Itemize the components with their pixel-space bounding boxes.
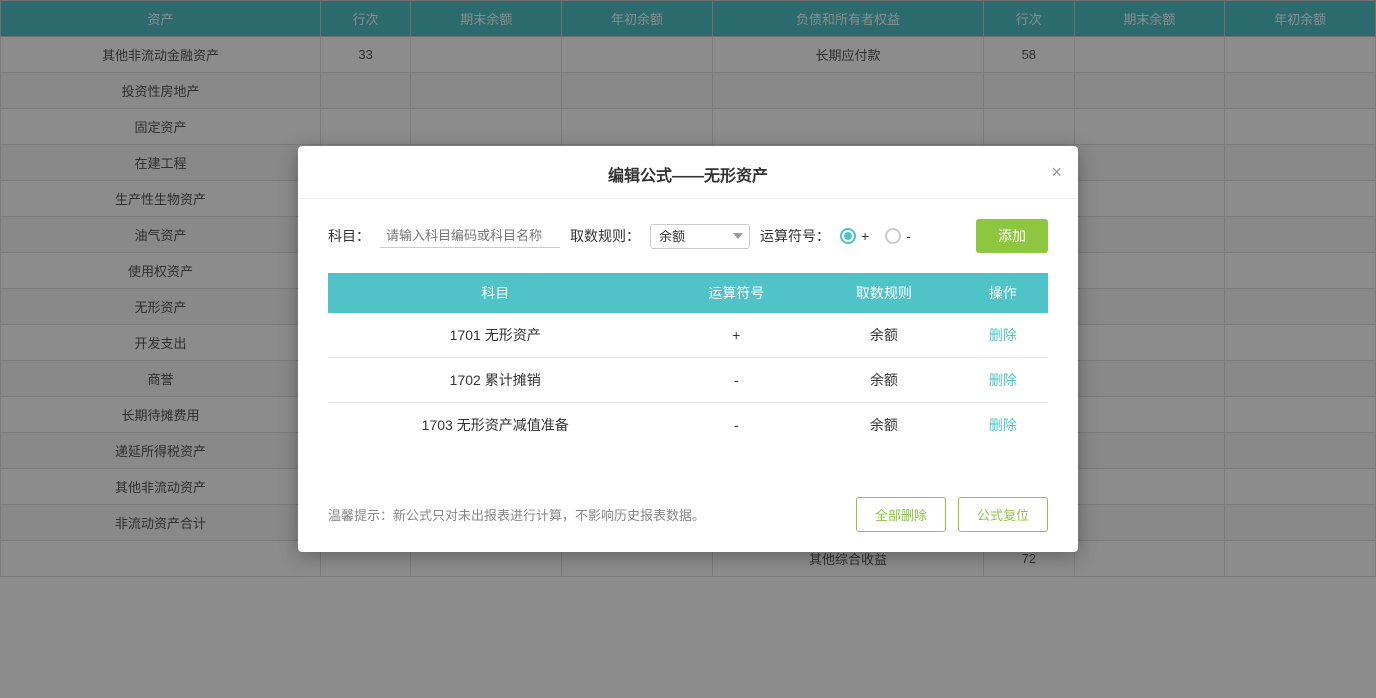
operator-cell: - [662, 358, 810, 403]
rule-cell: 余额 [810, 403, 958, 448]
subject-label: 科目： [328, 226, 370, 246]
action-cell: 删除 [958, 403, 1048, 448]
radio-plus-circle [840, 228, 856, 244]
radio-minus-circle [885, 228, 901, 244]
inner-col-header: 取数规则 [810, 273, 958, 313]
inner-col-header: 操作 [958, 273, 1048, 313]
modal-body: 科目： 取数规则： 余额 借方 贷方 借方发生额 贷方发生额 运算符号： [298, 199, 1078, 487]
delete-link[interactable]: 删除 [989, 417, 1017, 433]
footer-buttons: 全部删除 公式复位 [856, 497, 1048, 532]
delete-link[interactable]: 删除 [989, 327, 1017, 343]
subject-cell: 1703 无形资产减值准备 [328, 403, 662, 448]
operator-minus-label: - [906, 228, 911, 244]
delete-all-button[interactable]: 全部删除 [856, 497, 946, 532]
operator-radio-group: + - [840, 228, 911, 244]
formula-table: 科目运算符号取数规则操作 1701 无形资产+余额删除1702 累计摊销-余额删… [328, 273, 1048, 447]
action-cell: 删除 [958, 358, 1048, 403]
modal-dialog: 编辑公式——无形资产 × 科目： 取数规则： 余额 借方 贷方 借方发生额 [298, 146, 1078, 552]
operator-cell: + [662, 313, 810, 358]
modal-footer: 温馨提示：新公式只对未出报表进行计算，不影响历史报表数据。 全部删除 公式复位 [298, 487, 1078, 552]
delete-link[interactable]: 删除 [989, 372, 1017, 388]
rule-cell: 余额 [810, 358, 958, 403]
reset-button[interactable]: 公式复位 [958, 497, 1048, 532]
modal-overlay: 编辑公式——无形资产 × 科目： 取数规则： 余额 借方 贷方 借方发生额 [0, 0, 1376, 698]
add-button[interactable]: 添加 [976, 219, 1048, 253]
operator-plus-label: + [861, 228, 869, 244]
close-button[interactable]: × [1051, 163, 1062, 181]
table-row: 1701 无形资产+余额 删除 [328, 313, 1048, 358]
rule-select[interactable]: 余额 借方 贷方 借方发生额 贷方发生额 [650, 224, 750, 249]
modal-header: 编辑公式——无形资产 × [298, 146, 1078, 199]
inner-col-header: 科目 [328, 273, 662, 313]
operator-label: 运算符号： [760, 226, 830, 246]
subject-cell: 1701 无形资产 [328, 313, 662, 358]
operator-cell: - [662, 403, 810, 448]
page-container: 资产行次期末余额年初余额负债和所有者权益行次期末余额年初余额 其他非流动金融资产… [0, 0, 1376, 698]
tip-text: 温馨提示：新公式只对未出报表进行计算，不影响历史报表数据。 [328, 505, 705, 524]
inner-col-header: 运算符号 [662, 273, 810, 313]
modal-title: 编辑公式——无形资产 [608, 168, 768, 185]
table-row: 1703 无形资产减值准备-余额 删除 [328, 403, 1048, 448]
subject-cell: 1702 累计摊销 [328, 358, 662, 403]
rule-label: 取数规则： [570, 226, 640, 246]
operator-plus-radio[interactable]: + [840, 228, 869, 244]
form-row: 科目： 取数规则： 余额 借方 贷方 借方发生额 贷方发生额 运算符号： [328, 219, 1048, 253]
rule-cell: 余额 [810, 313, 958, 358]
operator-minus-radio[interactable]: - [885, 228, 911, 244]
action-cell: 删除 [958, 313, 1048, 358]
rule-select-wrap: 余额 借方 贷方 借方发生额 贷方发生额 [650, 224, 750, 249]
subject-input[interactable] [380, 224, 560, 248]
table-row: 1702 累计摊销-余额 删除 [328, 358, 1048, 403]
